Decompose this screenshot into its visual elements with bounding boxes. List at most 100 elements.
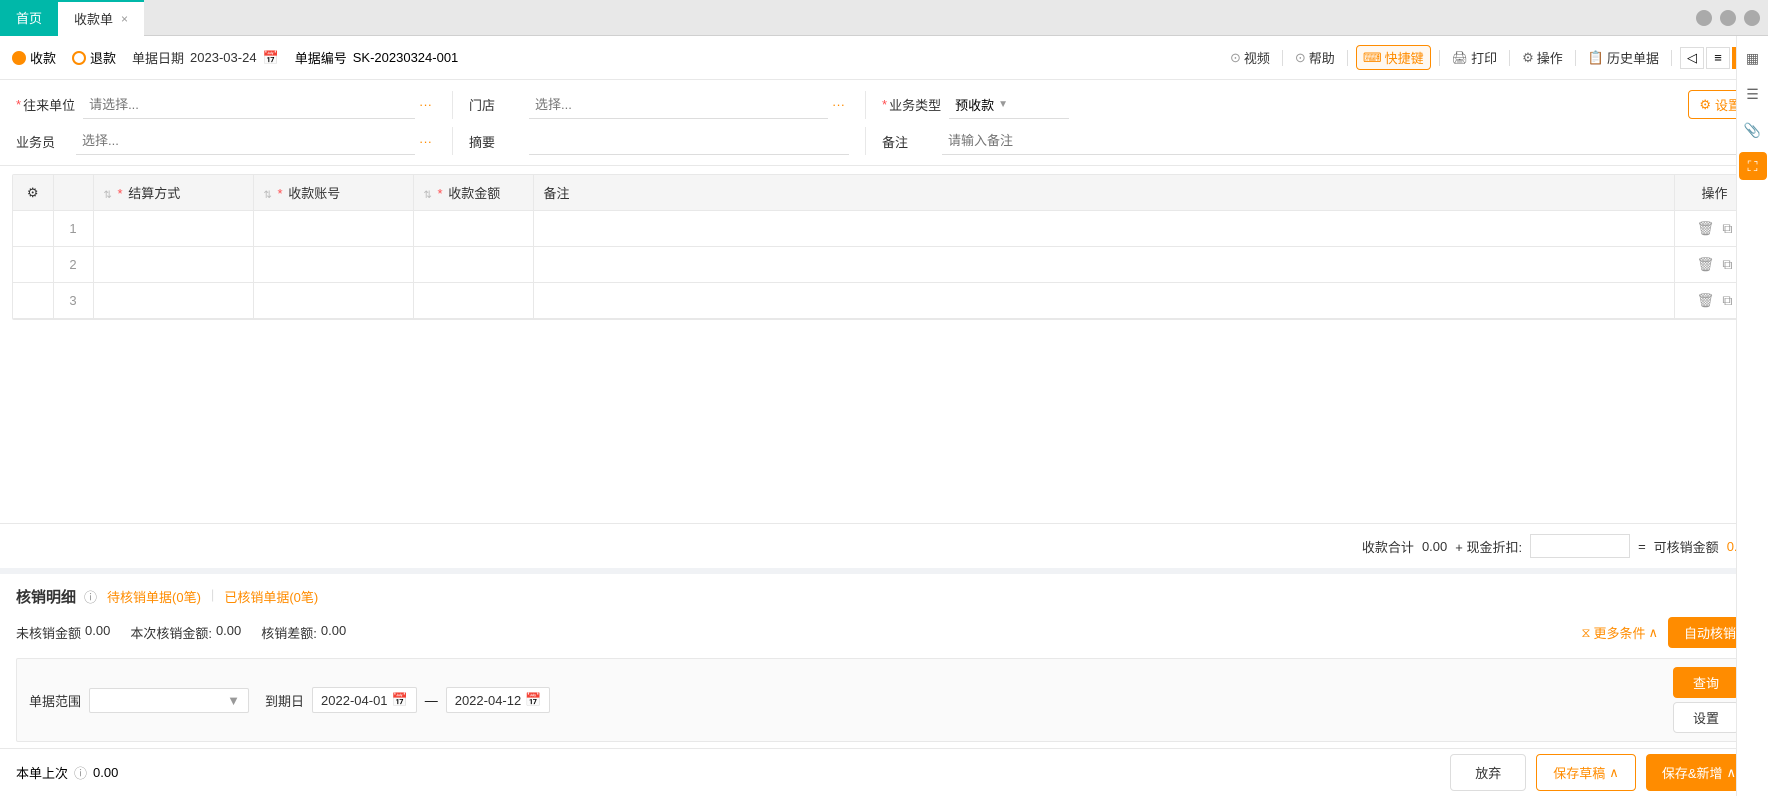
- th-settle-method[interactable]: ⇅ * 结算方式: [93, 175, 253, 211]
- date-from-value: 2022-04-01: [321, 693, 388, 708]
- receipt-radio-dot: [12, 51, 26, 65]
- summary-input[interactable]: [529, 127, 849, 155]
- receipt-refund-toggle: 收款 退款: [12, 48, 116, 67]
- delete-row-2-btn[interactable]: 🗑: [1697, 256, 1715, 273]
- td-amount-3[interactable]: [413, 283, 533, 319]
- business-type-select[interactable]: 预收款 ▼: [949, 91, 1069, 119]
- window-close-btn[interactable]: [1744, 10, 1760, 26]
- reconcile-amount-label: 可核销金额: [1654, 537, 1719, 556]
- td-settle-1[interactable]: [93, 211, 253, 247]
- tab-receipt-close[interactable]: ×: [121, 12, 128, 26]
- video-btn[interactable]: ⊙ 视频: [1226, 46, 1274, 69]
- delete-row-3-btn[interactable]: 🗑: [1697, 292, 1715, 309]
- footer-info-icon[interactable]: ⓘ: [74, 763, 87, 782]
- copy-row-2-btn[interactable]: ⧉: [1722, 256, 1732, 273]
- reconcile-tabs: 待核销单据(0笔) | 已核销单据(0笔): [105, 587, 320, 606]
- sep-sal-sum: [452, 127, 453, 155]
- operate-btn[interactable]: ⚙ 操作: [1518, 46, 1567, 69]
- range-select[interactable]: ▼: [89, 688, 249, 713]
- td-account-2[interactable]: [253, 247, 413, 283]
- view-grid-btn[interactable]: ≡: [1706, 47, 1730, 69]
- receipt-radio[interactable]: 收款: [12, 48, 56, 67]
- save-draft-btn[interactable]: 保存草稿 ∧: [1536, 754, 1636, 791]
- reconcile-info-icon[interactable]: ⓘ: [84, 587, 97, 606]
- counterpart-dots[interactable]: ···: [415, 97, 436, 112]
- calendar-icon[interactable]: 📅: [263, 50, 279, 66]
- th-gear[interactable]: ⚙: [13, 175, 53, 211]
- sidebar-expand-icon[interactable]: ⛶: [1739, 152, 1767, 180]
- tab-home-label: 首页: [16, 8, 42, 27]
- td-note-2[interactable]: [533, 247, 1675, 283]
- due-date-label: 到期日: [265, 691, 304, 710]
- receipt-radio-label: 收款: [30, 48, 56, 67]
- date-to-input[interactable]: 2022-04-12 📅: [446, 687, 551, 713]
- th-account[interactable]: ⇅ * 收款账号: [253, 175, 413, 211]
- salesperson-input[interactable]: [76, 127, 415, 155]
- stat-unreconciled-val: 0.00: [85, 623, 110, 642]
- copy-row-3-btn[interactable]: ⧉: [1722, 292, 1732, 309]
- refund-radio[interactable]: 退款: [72, 48, 116, 67]
- save-new-label: 保存&新增: [1662, 763, 1723, 782]
- print-icon: 🖨: [1452, 50, 1469, 66]
- date-label: 单据日期: [132, 48, 184, 67]
- date-to-calendar-icon[interactable]: 📅: [525, 692, 541, 708]
- td-amount-2[interactable]: [413, 247, 533, 283]
- td-account-3[interactable]: [253, 283, 413, 319]
- operate-icon: ⚙: [1522, 50, 1534, 66]
- sidebar-table-icon[interactable]: ▦: [1739, 44, 1767, 72]
- copy-row-1-btn[interactable]: ⧉: [1722, 220, 1732, 237]
- more-conditions-btn[interactable]: ⧖ 更多条件 ∧: [1581, 623, 1658, 642]
- discount-input[interactable]: [1530, 534, 1630, 558]
- td-num-1: 1: [53, 211, 93, 247]
- note-group: 备注: [882, 127, 1752, 155]
- th-amount[interactable]: ⇅ * 收款金额: [413, 175, 533, 211]
- summary-label: 摘要: [469, 132, 529, 151]
- toolbar-right: ⊙ 视频 ⊙ 帮助 ⌨ 快捷键 🖨 打印 ⚙ 操作: [1226, 45, 1756, 70]
- query-btn[interactable]: 查询: [1673, 667, 1739, 698]
- abandon-btn[interactable]: 放弃: [1450, 754, 1526, 791]
- td-amount-1[interactable]: [413, 211, 533, 247]
- td-gear-1: [13, 211, 53, 247]
- delete-row-1-btn[interactable]: 🗑: [1697, 220, 1715, 237]
- sep-sum-note: [865, 127, 866, 155]
- equals-label: =: [1638, 539, 1646, 554]
- pending-tab-link[interactable]: 待核销单据(0笔): [105, 587, 203, 606]
- td-note-3[interactable]: [533, 283, 1675, 319]
- td-settle-2[interactable]: [93, 247, 253, 283]
- refund-radio-label: 退款: [90, 48, 116, 67]
- sep-s-b: [865, 91, 866, 119]
- store-group: 门店 ···: [469, 91, 849, 119]
- help-btn[interactable]: ⊙ 帮助: [1291, 46, 1339, 69]
- tab-receipt[interactable]: 收款单 ×: [58, 0, 144, 36]
- shortcut-btn[interactable]: ⌨ 快捷键: [1356, 45, 1431, 70]
- done-tab-link[interactable]: 已核销单据(0笔): [222, 587, 320, 606]
- td-settle-3[interactable]: [93, 283, 253, 319]
- filter-settings-btn[interactable]: 设置: [1673, 702, 1739, 733]
- table-row: 1 🗑 ⧉: [13, 211, 1755, 247]
- video-label: 视频: [1244, 48, 1270, 67]
- counterpart-input[interactable]: [83, 91, 415, 119]
- sidebar-attach-icon[interactable]: 📎: [1739, 116, 1767, 144]
- window-minimize-btn[interactable]: [1696, 10, 1712, 26]
- store-dots[interactable]: ···: [828, 97, 849, 112]
- view-left-btn[interactable]: ◁: [1680, 47, 1704, 69]
- window-maximize-btn[interactable]: [1720, 10, 1736, 26]
- range-label: 单据范围: [29, 691, 81, 710]
- print-btn[interactable]: 🖨 打印: [1448, 46, 1502, 69]
- salesperson-dots[interactable]: ···: [415, 134, 436, 149]
- sidebar-list-icon[interactable]: ☰: [1739, 80, 1767, 108]
- date-from-calendar-icon[interactable]: 📅: [392, 692, 408, 708]
- filter-icon: ⧖: [1581, 625, 1590, 641]
- store-input[interactable]: [529, 91, 828, 119]
- td-account-1[interactable]: [253, 211, 413, 247]
- save-draft-label: 保存草稿: [1553, 763, 1605, 782]
- td-note-1[interactable]: [533, 211, 1675, 247]
- more-conditions-chevron: ∧: [1648, 625, 1658, 641]
- stat-unreconciled-label: 未核销金额: [16, 623, 81, 642]
- tab-home[interactable]: 首页: [0, 0, 58, 36]
- note-input[interactable]: [942, 127, 1752, 155]
- counterpart-group: * 往来单位 ···: [16, 91, 436, 119]
- history-btn[interactable]: 📋 历史单据: [1584, 46, 1663, 69]
- th-note: 备注: [533, 175, 1675, 211]
- date-from-input[interactable]: 2022-04-01 📅: [312, 687, 417, 713]
